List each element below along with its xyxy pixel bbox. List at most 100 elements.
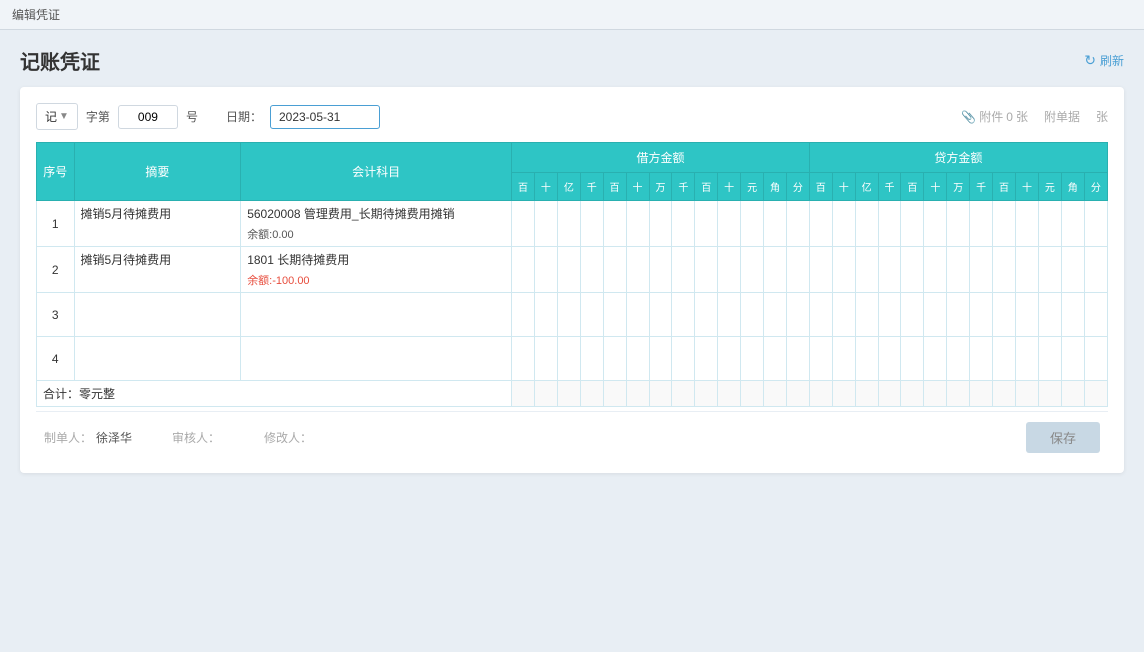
r4-d13[interactable] [786, 337, 809, 381]
r3-d11[interactable] [741, 293, 764, 337]
r4-d5[interactable] [603, 337, 626, 381]
r4-d8[interactable] [672, 337, 695, 381]
r2-c7[interactable] [947, 247, 970, 293]
r1-c4[interactable] [878, 201, 901, 247]
r4-d12[interactable] [764, 337, 787, 381]
r3-d8[interactable] [672, 293, 695, 337]
r4-c11[interactable] [1038, 337, 1061, 381]
r4-c12[interactable] [1061, 337, 1084, 381]
r1-c8[interactable] [970, 201, 993, 247]
refresh-button[interactable]: ↻ 刷新 [1084, 52, 1124, 69]
r4-c3[interactable] [855, 337, 878, 381]
r3-c6[interactable] [924, 293, 947, 337]
r3-d13[interactable] [786, 293, 809, 337]
r4-c2[interactable] [832, 337, 855, 381]
r4-d3[interactable] [557, 337, 580, 381]
r2-d2[interactable] [534, 247, 557, 293]
r1-d9[interactable] [695, 201, 718, 247]
save-button[interactable]: 保存 [1026, 422, 1100, 453]
r4-c8[interactable] [970, 337, 993, 381]
r4-c1[interactable] [809, 337, 832, 381]
r3-d7[interactable] [649, 293, 672, 337]
r2-d1[interactable] [512, 247, 535, 293]
r2-d5[interactable] [603, 247, 626, 293]
r1-c12[interactable] [1061, 201, 1084, 247]
r2-c13[interactable] [1084, 247, 1107, 293]
r1-d13[interactable] [786, 201, 809, 247]
row1-summary[interactable]: 摊销5月待摊费用 [74, 201, 241, 247]
r1-d7[interactable] [649, 201, 672, 247]
r4-d1[interactable] [512, 337, 535, 381]
r3-c10[interactable] [1016, 293, 1039, 337]
date-input[interactable] [270, 105, 380, 129]
r2-d3[interactable] [557, 247, 580, 293]
row3-account[interactable] [241, 293, 512, 337]
row3-summary[interactable] [74, 293, 241, 337]
r2-d6[interactable] [626, 247, 649, 293]
r2-c4[interactable] [878, 247, 901, 293]
r2-c5[interactable] [901, 247, 924, 293]
r2-c12[interactable] [1061, 247, 1084, 293]
r4-c10[interactable] [1016, 337, 1039, 381]
row4-account[interactable] [241, 337, 512, 381]
r2-d8[interactable] [672, 247, 695, 293]
r3-c9[interactable] [993, 293, 1016, 337]
r1-d6[interactable] [626, 201, 649, 247]
r4-c7[interactable] [947, 337, 970, 381]
r3-c4[interactable] [878, 293, 901, 337]
r1-c3[interactable] [855, 201, 878, 247]
r2-d9[interactable] [695, 247, 718, 293]
r3-c12[interactable] [1061, 293, 1084, 337]
r4-c4[interactable] [878, 337, 901, 381]
r3-d4[interactable] [580, 293, 603, 337]
r1-d2[interactable] [534, 201, 557, 247]
row1-account[interactable]: 56020008 管理费用_长期待摊费用摊销 余额:0.00 [241, 201, 512, 247]
r1-d8[interactable] [672, 201, 695, 247]
r1-d4[interactable] [580, 201, 603, 247]
r1-d10[interactable] [718, 201, 741, 247]
r2-d10[interactable] [718, 247, 741, 293]
r1-d5[interactable] [603, 201, 626, 247]
r2-c3[interactable] [855, 247, 878, 293]
r1-c13[interactable] [1084, 201, 1107, 247]
r3-c2[interactable] [832, 293, 855, 337]
r3-d6[interactable] [626, 293, 649, 337]
r2-d4[interactable] [580, 247, 603, 293]
r2-d13[interactable] [786, 247, 809, 293]
r2-d7[interactable] [649, 247, 672, 293]
r1-c11[interactable] [1038, 201, 1061, 247]
r1-c2[interactable] [832, 201, 855, 247]
r1-d1[interactable] [512, 201, 535, 247]
r3-c8[interactable] [970, 293, 993, 337]
r1-c1[interactable] [809, 201, 832, 247]
r3-c13[interactable] [1084, 293, 1107, 337]
r3-d9[interactable] [695, 293, 718, 337]
r4-d7[interactable] [649, 337, 672, 381]
row4-summary[interactable] [74, 337, 241, 381]
r4-d10[interactable] [718, 337, 741, 381]
r1-c6[interactable] [924, 201, 947, 247]
r1-c9[interactable] [993, 201, 1016, 247]
r2-c2[interactable] [832, 247, 855, 293]
r2-c11[interactable] [1038, 247, 1061, 293]
r2-c6[interactable] [924, 247, 947, 293]
r4-c5[interactable] [901, 337, 924, 381]
r1-d11[interactable] [741, 201, 764, 247]
r3-c11[interactable] [1038, 293, 1061, 337]
r3-d1[interactable] [512, 293, 535, 337]
zi-number-input[interactable] [118, 105, 178, 129]
r3-d3[interactable] [557, 293, 580, 337]
r4-c13[interactable] [1084, 337, 1107, 381]
r4-d6[interactable] [626, 337, 649, 381]
r4-d9[interactable] [695, 337, 718, 381]
r1-c5[interactable] [901, 201, 924, 247]
r3-d10[interactable] [718, 293, 741, 337]
r3-c1[interactable] [809, 293, 832, 337]
r4-d11[interactable] [741, 337, 764, 381]
r3-c7[interactable] [947, 293, 970, 337]
r2-c1[interactable] [809, 247, 832, 293]
r4-d4[interactable] [580, 337, 603, 381]
ji-select[interactable]: 记 ▼ [36, 103, 78, 130]
row2-summary[interactable]: 摊销5月待摊费用 [74, 247, 241, 293]
r1-c10[interactable] [1016, 201, 1039, 247]
